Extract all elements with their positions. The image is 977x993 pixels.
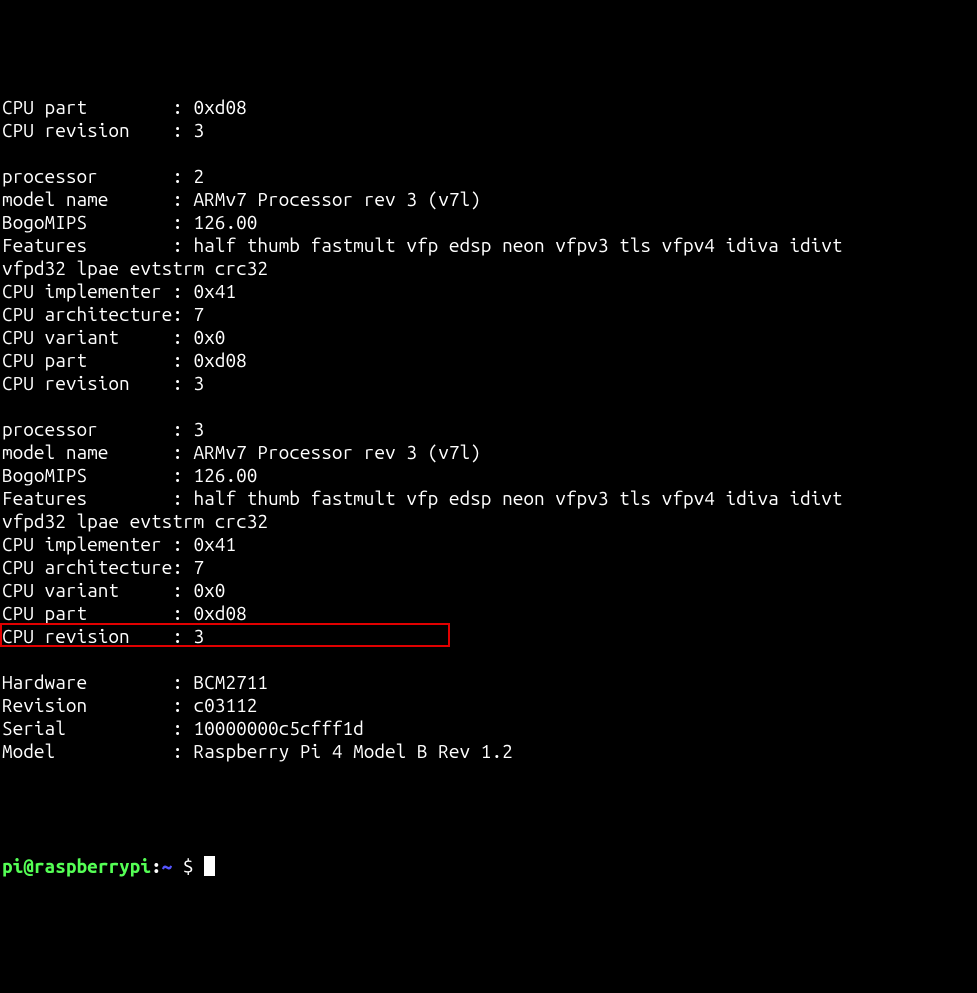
output-line: Hardware : BCM2711 [2,671,977,694]
prompt-colon: : [151,855,162,877]
prompt-path: ~ [162,855,173,877]
output-line: CPU part : 0xd08 [2,602,977,625]
output-line: processor : 3 [2,418,977,441]
output-line: CPU implementer : 0x41 [2,280,977,303]
output-line: CPU architecture: 7 [2,303,977,326]
output-line: CPU variant : 0x0 [2,326,977,349]
output-line: BogoMIPS : 126.00 [2,464,977,487]
output-line [2,648,977,671]
output-line: Features : half thumb fastmult vfp edsp … [2,487,977,510]
output-line: Serial : 10000000c5cfff1d [2,717,977,740]
output-line: model name : ARMv7 Processor rev 3 (v7l) [2,188,977,211]
output-line: Features : half thumb fastmult vfp edsp … [2,234,977,257]
output-line: CPU revision : 3 [2,625,977,648]
output-line: processor : 2 [2,165,977,188]
output-line: BogoMIPS : 126.00 [2,211,977,234]
output-line: model name : ARMv7 Processor rev 3 (v7l) [2,441,977,464]
cursor [204,856,215,876]
output-line [2,142,977,165]
output-line: Model : Raspberry Pi 4 Model B Rev 1.2 [2,740,977,763]
terminal-output[interactable]: CPU part : 0xd08CPU revision : 3 process… [2,96,977,763]
output-line: vfpd32 lpae evtstrm crc32 [2,510,977,533]
output-line: Revision : c03112 [2,694,977,717]
output-line: CPU part : 0xd08 [2,349,977,372]
output-line: CPU implementer : 0x41 [2,533,977,556]
output-line: vfpd32 lpae evtstrm crc32 [2,257,977,280]
output-line: CPU variant : 0x0 [2,579,977,602]
output-line: CPU revision : 3 [2,372,977,395]
prompt-suffix: $ [172,855,204,877]
output-line [2,395,977,418]
prompt-line[interactable]: pi@raspberrypi:~ $ [2,855,977,878]
output-line: CPU part : 0xd08 [2,96,977,119]
output-line: CPU revision : 3 [2,119,977,142]
output-line: CPU architecture: 7 [2,556,977,579]
prompt-user-host: pi@raspberrypi [2,855,151,877]
